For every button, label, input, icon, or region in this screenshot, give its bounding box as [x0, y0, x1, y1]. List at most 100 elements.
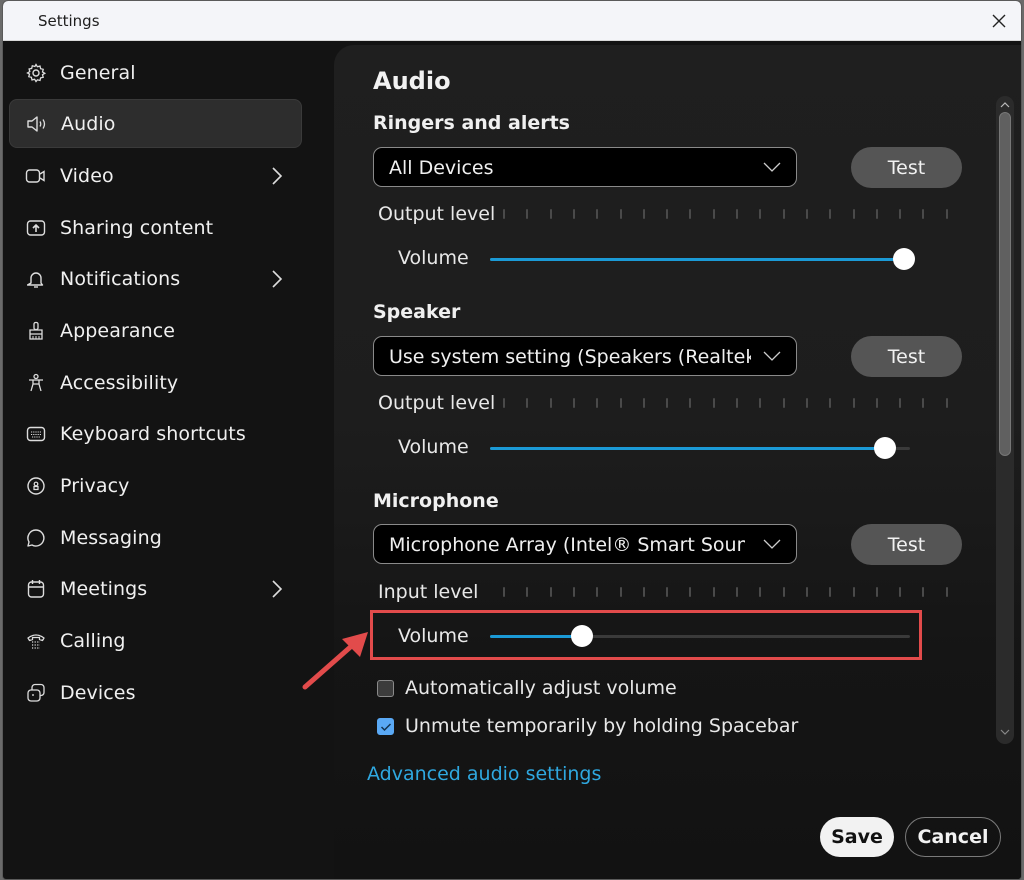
chevron-down-icon — [763, 162, 781, 172]
sidebar-item-calling[interactable]: Calling — [9, 616, 302, 665]
sidebar-item-label: Sharing content — [60, 216, 214, 239]
level-tick — [829, 209, 832, 219]
save-button[interactable]: Save — [820, 817, 894, 857]
level-tick — [759, 587, 762, 597]
close-icon — [992, 14, 1006, 28]
level-tick — [875, 209, 878, 219]
checkbox-label: Automatically adjust volume — [405, 677, 677, 699]
level-tick — [922, 209, 925, 219]
output-level-meter — [500, 209, 960, 221]
ringers-volume-slider[interactable] — [490, 247, 915, 271]
speaker-volume-slider[interactable] — [490, 436, 910, 460]
level-tick — [736, 209, 738, 219]
output-level-label: Output level — [378, 203, 496, 225]
ringers-heading: Ringers and alerts — [373, 112, 570, 134]
sidebar-item-video[interactable]: Video — [9, 151, 302, 200]
ringers-test-button[interactable]: Test — [851, 147, 962, 188]
level-tick — [805, 587, 808, 597]
auto-adjust-volume-checkbox[interactable] — [377, 680, 394, 697]
scroll-down-icon[interactable] — [1000, 728, 1010, 736]
input-level-label: Input level — [378, 581, 479, 603]
speaker-test-button[interactable]: Test — [851, 336, 962, 377]
chat-bubble-icon — [25, 527, 47, 549]
sidebar-item-label: Calling — [60, 629, 126, 652]
scrollbar-thumb[interactable] — [999, 112, 1011, 456]
level-tick — [503, 587, 505, 597]
microphone-device-dropdown[interactable]: Microphone Array (Intel® Smart Sound Tec… — [373, 524, 797, 564]
level-tick — [619, 398, 622, 408]
sidebar-item-appearance[interactable]: Appearance — [9, 306, 302, 355]
level-tick — [945, 398, 948, 408]
sidebar-item-messaging[interactable]: Messaging — [9, 513, 302, 562]
level-tick — [712, 587, 715, 597]
level-tick — [945, 587, 948, 597]
unmute-spacebar-checkbox[interactable] — [377, 718, 394, 735]
scrollbar[interactable] — [996, 96, 1014, 744]
level-tick — [549, 587, 552, 597]
level-tick — [666, 587, 669, 597]
level-tick — [526, 398, 529, 408]
volume-label: Volume — [398, 436, 469, 458]
sidebar-item-notifications[interactable]: Notifications — [9, 254, 302, 303]
level-tick — [852, 209, 855, 219]
sidebar-item-label: Messaging — [60, 526, 162, 549]
scroll-up-icon[interactable] — [1000, 101, 1010, 109]
sidebar-item-general[interactable]: General — [9, 48, 302, 97]
level-tick — [596, 398, 599, 408]
level-tick — [642, 587, 645, 597]
level-tick — [572, 209, 575, 219]
level-tick — [782, 587, 785, 597]
sidebar-item-accessibility[interactable]: Accessibility — [9, 358, 302, 407]
level-tick — [805, 209, 808, 219]
microphone-test-button[interactable]: Test — [851, 524, 962, 565]
chevron-right-icon — [271, 166, 285, 186]
level-tick — [666, 209, 669, 219]
ringers-device-dropdown[interactable]: All Devices — [373, 147, 797, 187]
level-tick — [852, 398, 855, 408]
sidebar-item-label: Audio — [61, 112, 116, 135]
level-tick — [572, 398, 575, 408]
level-tick — [503, 398, 505, 408]
sidebar-nav: General Audio Video Sharing content Noti… — [3, 41, 333, 879]
level-tick — [829, 587, 832, 597]
sidebar-item-privacy[interactable]: Privacy — [9, 461, 302, 510]
level-tick — [642, 209, 645, 219]
slider-thumb[interactable] — [874, 437, 896, 459]
level-tick — [945, 209, 948, 219]
level-tick — [549, 209, 552, 219]
title-bar: Settings — [3, 1, 1021, 41]
level-tick — [782, 398, 785, 408]
accessibility-icon — [25, 372, 47, 394]
dropdown-value: All Devices — [389, 157, 494, 179]
level-tick — [899, 398, 902, 408]
level-tick — [759, 398, 762, 408]
sidebar-item-label: Meetings — [60, 577, 148, 600]
level-tick — [596, 587, 599, 597]
advanced-audio-settings-link[interactable]: Advanced audio settings — [367, 763, 601, 785]
dropdown-value: Microphone Array (Intel® Smart Sound Tec… — [389, 534, 745, 556]
level-tick — [712, 209, 715, 219]
level-tick — [899, 209, 902, 219]
level-tick — [875, 587, 878, 597]
sidebar-item-label: Appearance — [60, 319, 176, 342]
level-tick — [619, 587, 622, 597]
speaker-heading: Speaker — [373, 301, 461, 323]
checkmark-icon — [380, 722, 391, 731]
sidebar-item-devices[interactable]: Devices — [9, 668, 302, 717]
close-button[interactable] — [985, 7, 1013, 35]
cancel-button[interactable]: Cancel — [905, 817, 1001, 857]
level-tick — [829, 398, 832, 408]
sidebar-item-label: Privacy — [60, 474, 130, 497]
speaker-device-dropdown[interactable]: Use system setting (Speakers (Realtek(R)… — [373, 336, 797, 376]
gear-icon — [25, 62, 47, 84]
sidebar-item-label: General — [60, 61, 136, 84]
sidebar-item-label: Accessibility — [60, 371, 179, 394]
sidebar-item-label: Devices — [60, 681, 136, 704]
sidebar-item-sharing-content[interactable]: Sharing content — [9, 203, 302, 252]
sidebar-item-meetings[interactable]: Meetings — [9, 564, 302, 613]
level-tick — [852, 587, 855, 597]
sidebar-item-label: Notifications — [60, 267, 181, 290]
sidebar-item-audio[interactable]: Audio — [9, 99, 302, 148]
slider-thumb[interactable] — [893, 248, 915, 270]
sidebar-item-keyboard-shortcuts[interactable]: Keyboard shortcuts — [9, 409, 302, 458]
